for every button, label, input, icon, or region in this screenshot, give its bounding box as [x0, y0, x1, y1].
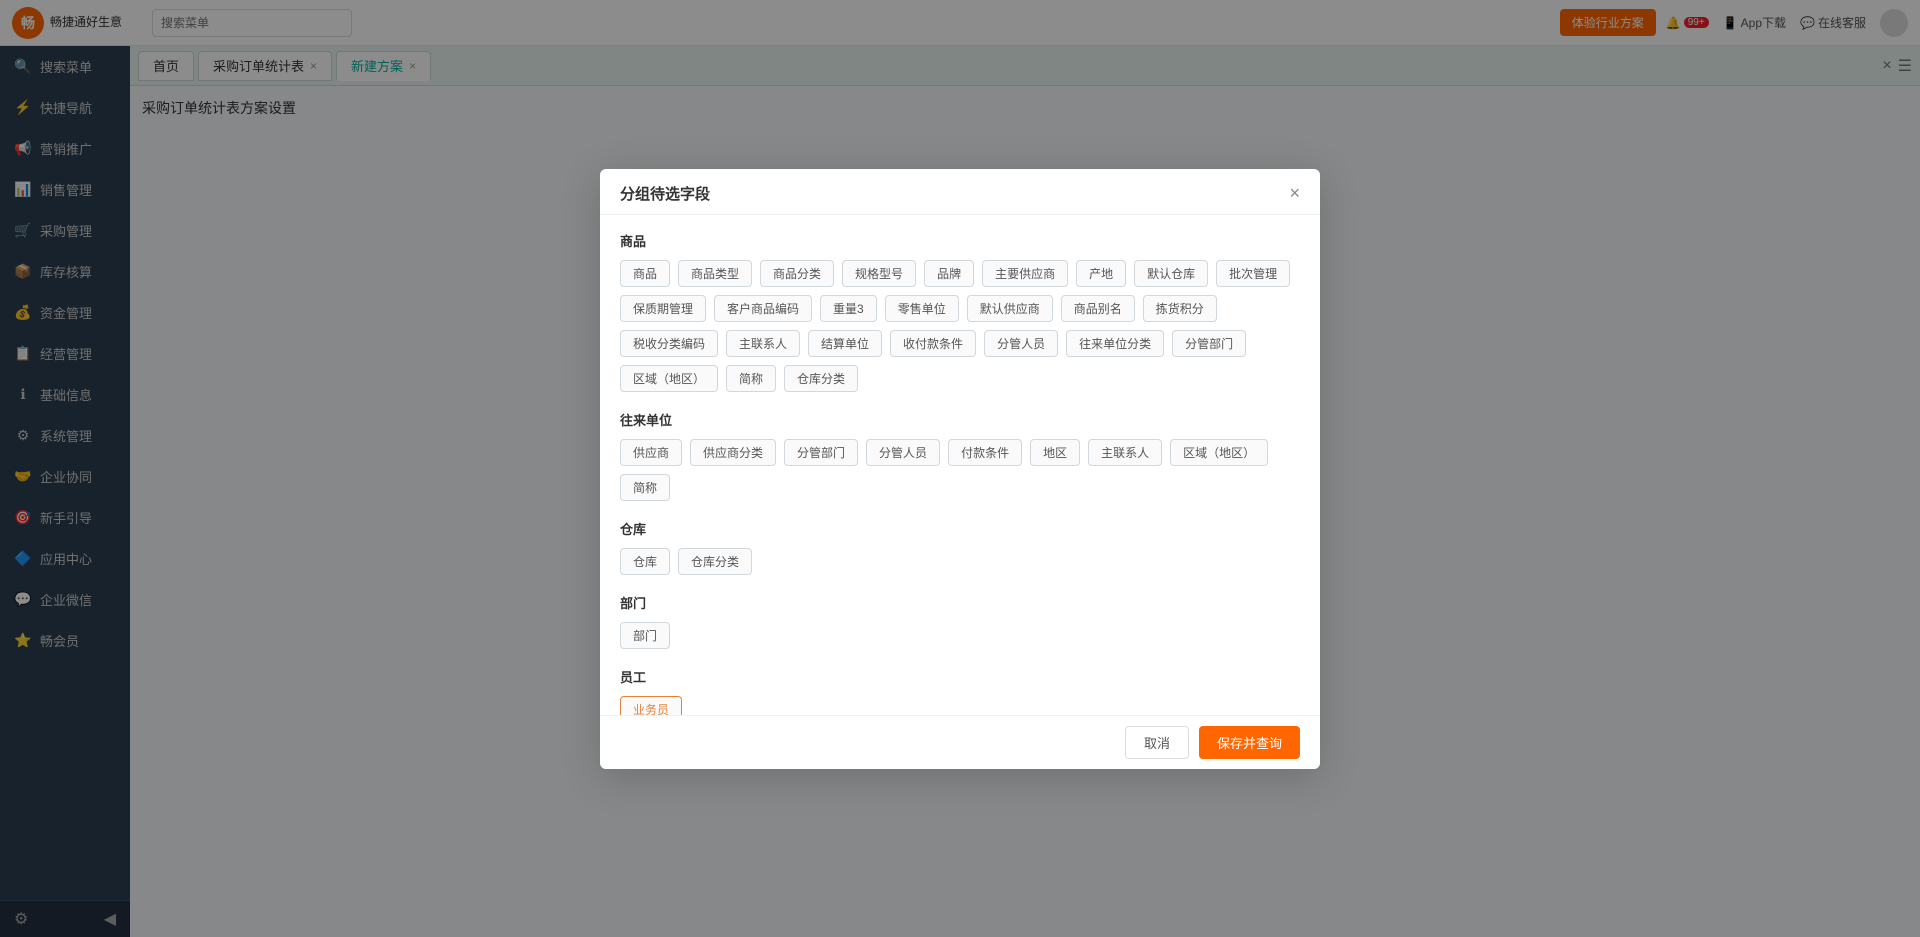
field-chip[interactable]: 仓库分类	[678, 548, 752, 575]
field-chip[interactable]: 税收分类编码	[620, 330, 718, 357]
field-chip[interactable]: 零售单位	[885, 295, 959, 322]
dialog-overlay: 分组待选字段 × 商品商品商品类型商品分类规格型号品牌主要供应商产地默认仓库批次…	[0, 0, 1920, 937]
section-title: 仓库	[620, 519, 1300, 538]
field-section-员工: 员工业务员	[620, 667, 1300, 715]
dialog-close-icon[interactable]: ×	[1289, 183, 1300, 204]
dialog: 分组待选字段 × 商品商品商品类型商品分类规格型号品牌主要供应商产地默认仓库批次…	[600, 169, 1320, 769]
field-section-往来单位: 往来单位供应商供应商分类分管部门分管人员付款条件地区主联系人区域（地区） 简称	[620, 410, 1300, 501]
field-chip[interactable]: 拣货积分	[1143, 295, 1217, 322]
field-section-商品: 商品商品商品类型商品分类规格型号品牌主要供应商产地默认仓库批次管理保质期管理客户…	[620, 231, 1300, 392]
field-chip[interactable]: 商品别名	[1061, 295, 1135, 322]
cancel-button[interactable]: 取消	[1125, 726, 1189, 759]
field-chip[interactable]: 分管部门	[1172, 330, 1246, 357]
field-chip[interactable]: 仓库分类	[784, 365, 858, 392]
section-title: 商品	[620, 231, 1300, 250]
field-chip[interactable]: 品牌	[924, 260, 974, 287]
field-chip[interactable]: 客户商品编码	[714, 295, 812, 322]
field-chip[interactable]: 付款条件	[948, 439, 1022, 466]
field-chip[interactable]: 分管人员	[984, 330, 1058, 357]
section-title: 部门	[620, 593, 1300, 612]
field-section-仓库: 仓库仓库仓库分类	[620, 519, 1300, 575]
dialog-title: 分组待选字段	[620, 183, 710, 204]
field-chip[interactable]: 保质期管理	[620, 295, 706, 322]
field-chip[interactable]: 主联系人	[1088, 439, 1162, 466]
field-chip[interactable]: 商品类型	[678, 260, 752, 287]
field-chip[interactable]: 默认仓库	[1134, 260, 1208, 287]
field-chip[interactable]: 业务员	[620, 696, 682, 715]
field-chip[interactable]: 商品分类	[760, 260, 834, 287]
field-chip[interactable]: 简称	[620, 474, 670, 501]
field-chip[interactable]: 重量3	[820, 295, 877, 322]
field-chip[interactable]: 简称	[726, 365, 776, 392]
section-title: 员工	[620, 667, 1300, 686]
field-chip[interactable]: 区域（地区）	[620, 365, 718, 392]
field-chip[interactable]: 收付款条件	[890, 330, 976, 357]
dialog-footer: 取消 保存并查询	[600, 715, 1320, 769]
field-chip[interactable]: 产地	[1076, 260, 1126, 287]
dialog-header: 分组待选字段 ×	[600, 169, 1320, 215]
field-grid: 仓库仓库分类	[620, 548, 1300, 575]
field-grid: 商品商品类型商品分类规格型号品牌主要供应商产地默认仓库批次管理保质期管理客户商品…	[620, 260, 1300, 392]
field-chip[interactable]: 往来单位分类	[1066, 330, 1164, 357]
confirm-button[interactable]: 保存并查询	[1199, 726, 1300, 759]
field-chip[interactable]: 供应商分类	[690, 439, 776, 466]
field-chip[interactable]: 分管人员	[866, 439, 940, 466]
field-chip[interactable]: 区域（地区）	[1170, 439, 1268, 466]
field-chip[interactable]: 地区	[1030, 439, 1080, 466]
field-grid: 部门	[620, 622, 1300, 649]
dialog-body: 商品商品商品类型商品分类规格型号品牌主要供应商产地默认仓库批次管理保质期管理客户…	[600, 215, 1320, 715]
field-chip[interactable]: 规格型号	[842, 260, 916, 287]
field-chip[interactable]: 主要供应商	[982, 260, 1068, 287]
field-chip[interactable]: 部门	[620, 622, 670, 649]
section-title: 往来单位	[620, 410, 1300, 429]
field-chip[interactable]: 分管部门	[784, 439, 858, 466]
field-grid: 业务员	[620, 696, 1300, 715]
field-chip[interactable]: 批次管理	[1216, 260, 1290, 287]
field-section-部门: 部门部门	[620, 593, 1300, 649]
field-chip[interactable]: 商品	[620, 260, 670, 287]
field-grid: 供应商供应商分类分管部门分管人员付款条件地区主联系人区域（地区） 简称	[620, 439, 1300, 501]
field-chip[interactable]: 供应商	[620, 439, 682, 466]
field-chip[interactable]: 结算单位	[808, 330, 882, 357]
field-chip[interactable]: 默认供应商	[967, 295, 1053, 322]
field-chip[interactable]: 仓库	[620, 548, 670, 575]
field-chip[interactable]: 主联系人	[726, 330, 800, 357]
